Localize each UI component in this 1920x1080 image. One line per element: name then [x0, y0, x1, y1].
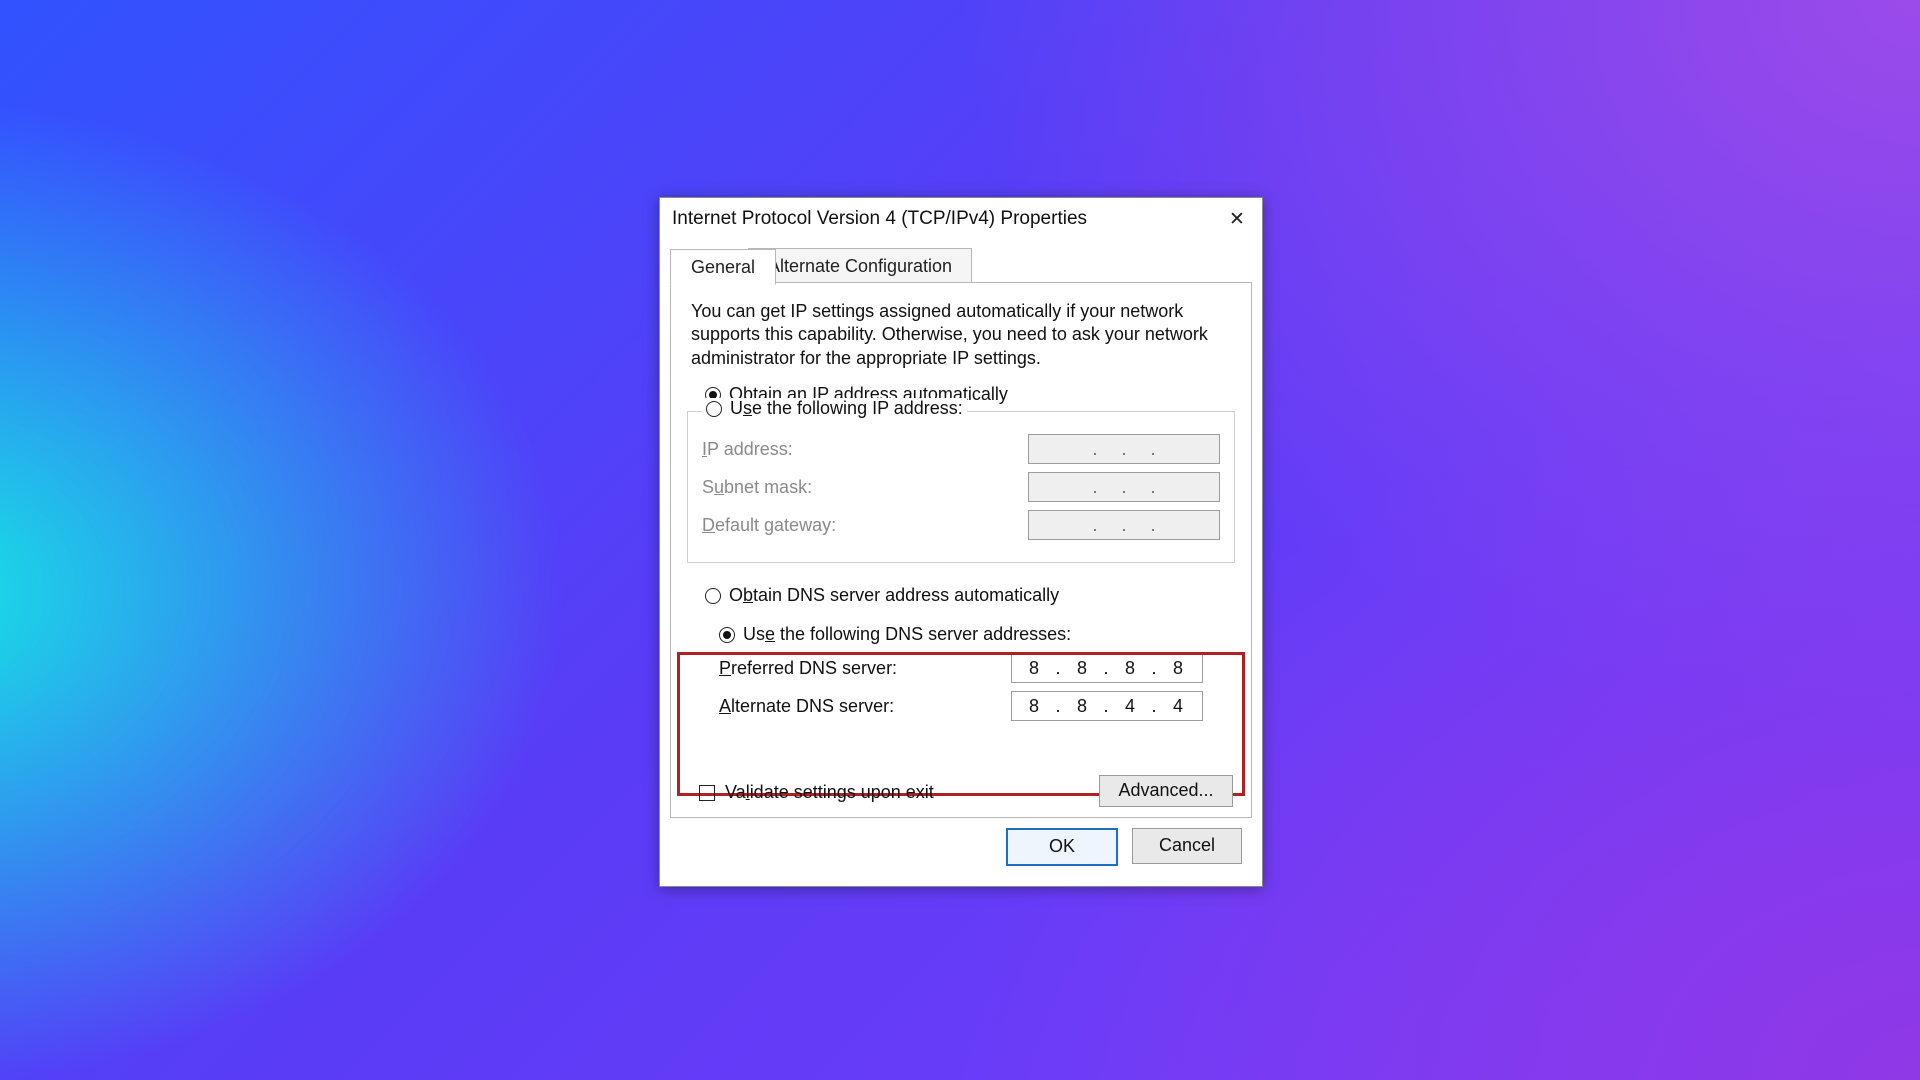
advanced-button[interactable]: Advanced...: [1099, 775, 1233, 807]
field-label: Alternate DNS server:: [719, 696, 894, 717]
radio-icon: [705, 588, 721, 604]
checkbox-icon[interactable]: [699, 785, 715, 801]
tab-general[interactable]: General: [670, 249, 776, 285]
ip-address-input: ...: [1028, 434, 1220, 464]
field-label: Subnet mask:: [702, 477, 812, 498]
field-subnet-mask: Subnet mask: ...: [702, 472, 1220, 502]
group-legend-dns: Use the following DNS server addresses:: [701, 624, 1221, 645]
field-ip-address: IP address: ...: [702, 434, 1220, 464]
dns-manual-group: Use the following DNS server addresses: …: [687, 610, 1235, 743]
dialog-client-area: General Alternate Configuration You can …: [670, 248, 1252, 876]
ipv4-properties-dialog: Internet Protocol Version 4 (TCP/IPv4) P…: [659, 197, 1263, 887]
dialog-button-bar: OK Cancel: [1006, 828, 1242, 866]
field-label: IP address:: [702, 439, 793, 460]
preferred-dns-input[interactable]: 8. 8. 8. 8: [1011, 653, 1203, 683]
radio-icon[interactable]: [706, 401, 722, 417]
ok-button[interactable]: OK: [1006, 828, 1118, 866]
window-title: Internet Protocol Version 4 (TCP/IPv4) P…: [672, 208, 1087, 230]
field-default-gateway: Default gateway: ...: [702, 510, 1220, 540]
screenshot-stage: Internet Protocol Version 4 (TCP/IPv4) P…: [232, 132, 1688, 948]
validate-label: Validate settings upon exit: [725, 782, 934, 803]
subnet-mask-input: ...: [1028, 472, 1220, 502]
field-label: Preferred DNS server:: [719, 658, 897, 679]
default-gateway-input: ...: [1028, 510, 1220, 540]
validate-settings-row[interactable]: Validate settings upon exit: [699, 782, 934, 803]
alternate-dns-input[interactable]: 8. 8. 4. 4: [1011, 691, 1203, 721]
tab-page-general: You can get IP settings assigned automat…: [670, 282, 1252, 818]
tab-strip: General Alternate Configuration: [670, 248, 1252, 282]
group-legend-ip: Use the following IP address:: [702, 398, 967, 419]
titlebar: Internet Protocol Version 4 (TCP/IPv4) P…: [660, 198, 1262, 240]
field-preferred-dns: Preferred DNS server: 8. 8. 8. 8: [719, 653, 1203, 683]
close-icon[interactable]: ✕: [1212, 198, 1262, 240]
field-alternate-dns: Alternate DNS server: 8. 8. 4. 4: [719, 691, 1203, 721]
radio-label: Obtain DNS server address automatically: [729, 585, 1059, 606]
info-text: You can get IP settings assigned automat…: [691, 300, 1231, 370]
radio-obtain-dns-auto[interactable]: Obtain DNS server address automatically: [705, 585, 1251, 606]
cancel-button[interactable]: Cancel: [1132, 828, 1242, 864]
field-label: Default gateway:: [702, 515, 836, 536]
radio-label[interactable]: Use the following IP address:: [730, 398, 963, 419]
ip-manual-group: Use the following IP address: IP address…: [687, 411, 1235, 563]
radio-label[interactable]: Use the following DNS server addresses:: [743, 624, 1071, 645]
tab-alternate-configuration[interactable]: Alternate Configuration: [748, 248, 972, 283]
radio-icon[interactable]: [719, 627, 735, 643]
